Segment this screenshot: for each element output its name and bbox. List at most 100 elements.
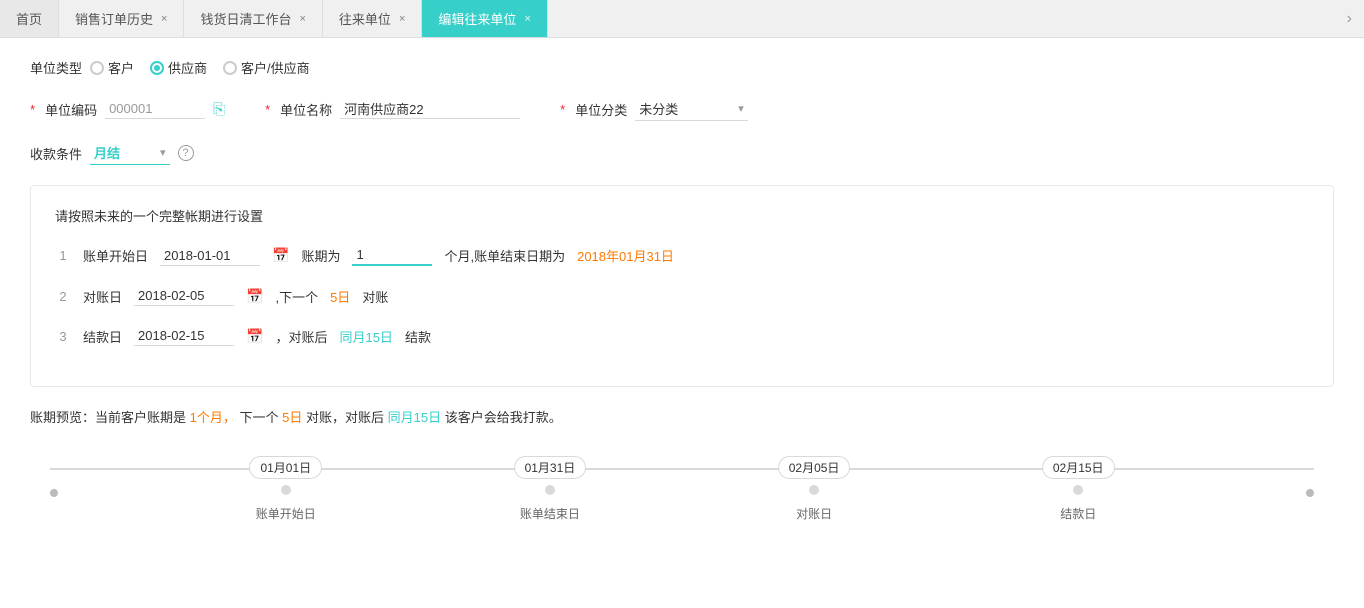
period-label-1: 账单开始日 [83,246,148,265]
preview-middle: 下一个 [240,410,279,425]
tab-cash-work-label: 钱货日清工作台 [200,9,291,28]
timeline-label-1: 账单开始日 [256,505,316,522]
tab-bar: 首页 销售订单历史 × 钱货日清工作台 × 往来单位 × 编辑往来单位 × › [0,0,1364,38]
tab-sales-order-history-close[interactable]: × [161,13,167,25]
unit-type-label: 单位类型 [30,58,82,77]
period-box: 请按照未来的一个完整帐期进行设置 1 账单开始日 📅 账期为 个月,账单结束日期… [30,185,1334,387]
unit-classify-dropdown[interactable]: 未分类 ▾ [635,97,748,121]
timeline-node-3: 02月05日 对账日 [778,456,851,522]
radio-customer[interactable]: 客户 [90,58,134,77]
timeline-start-dot [50,489,58,497]
preview-section: 账期预览：当前客户账期是 1个月， 下一个 5日 对账，对账后 同月15日 该客… [30,407,1334,426]
unit-type-row: 单位类型 客户 供应商 客户/供应商 [30,58,1334,77]
unit-name-group: * 单位名称 [265,99,520,119]
timeline-dot-2 [545,485,555,495]
reconcile-date-calendar-icon[interactable]: 📅 [246,288,263,305]
payment-condition-arrow-icon: ▾ [160,146,166,159]
timeline-label-4: 结款日 [1060,505,1096,522]
period-label-3: 结款日 [83,327,122,346]
timeline: 01月01日 账单开始日 01月31日 账单结束日 02月05日 对账日 02月… [30,446,1334,532]
reconcile-date-input[interactable] [134,286,234,306]
unit-code-star: * [30,102,35,117]
period-end-date: 2018年01月31日 [577,246,674,265]
period-row-2: 2 对账日 📅 ,下一个 5日 对账 [55,286,1309,306]
period-hint: 请按照未来的一个完整帐期进行设置 [55,206,1309,225]
start-date-input[interactable] [160,246,260,266]
preview-suffix: 该客户会给我打款。 [445,410,562,425]
tab-edit-partner-close[interactable]: × [524,13,530,25]
radio-customer-circle [90,61,104,75]
tab-edit-partner-label: 编辑往来单位 [438,9,516,28]
unit-code-input[interactable] [105,99,205,119]
tab-cash-work-close[interactable]: × [299,13,305,25]
timeline-node-4: 02月15日 结款日 [1042,456,1115,522]
unit-type-group: 单位类型 客户 供应商 客户/供应商 [30,58,310,77]
tab-sales-order-history-label: 销售订单历史 [75,9,153,28]
period-row-3: 3 结款日 📅 ，对账后 同月15日 结款 [55,326,1309,346]
radio-supplier[interactable]: 供应商 [150,58,207,77]
reconcile-desc-suffix: 对账 [362,287,388,306]
radio-both[interactable]: 客户/供应商 [223,58,310,77]
unit-classify-arrow-icon: ▾ [738,102,744,115]
timeline-badge-1: 01月01日 [249,456,322,479]
unit-code-group: * 单位编码 ⎘ [30,99,225,119]
unit-classify-value: 未分类 [639,99,678,118]
timeline-dot-1 [281,485,291,495]
radio-supplier-label: 供应商 [168,58,207,77]
period-label-2: 对账日 [83,287,122,306]
payment-condition-row: 收款条件 月结 ▾ ? [30,141,1334,165]
payment-condition-dropdown[interactable]: 月结 ▾ [90,141,170,165]
period-value-input[interactable] [352,245,432,266]
payment-desc-suffix: 结款 [405,327,431,346]
radio-supplier-circle [150,61,164,75]
timeline-nodes: 01月01日 账单开始日 01月31日 账单结束日 02月05日 对账日 02月… [50,456,1314,522]
payment-desc-prefix: ，对账后 [275,327,327,346]
payment-date-calendar-icon[interactable]: 📅 [246,328,263,345]
copy-icon[interactable]: ⎘ [213,101,225,118]
payment-desc-highlight: 同月15日 [339,327,392,346]
unit-name-label: 单位名称 [280,100,332,119]
unit-classify-group: * 单位分类 未分类 ▾ [560,97,748,121]
timeline-node-2: 01月31日 账单结束日 [514,456,587,522]
period-row-1: 1 账单开始日 📅 账期为 个月,账单结束日期为 2018年01月31日 [55,245,1309,266]
radio-both-label: 客户/供应商 [241,58,310,77]
preview-highlight1: 1个月， [190,410,236,425]
tab-home[interactable]: 首页 [0,0,59,37]
unit-name-input[interactable] [340,99,520,119]
unit-info-row: * 单位编码 ⎘ * 单位名称 * 单位分类 未分类 ▾ [30,97,1334,121]
main-content: 单位类型 客户 供应商 客户/供应商 * 单位编码 [0,38,1364,608]
payment-condition-label: 收款条件 [30,144,82,163]
preview-middle2: 对账，对账后 [306,410,384,425]
reconcile-desc-prefix: ,下一个 [275,287,318,306]
payment-condition-value: 月结 [94,143,120,162]
help-icon[interactable]: ? [178,145,194,161]
unit-classify-star: * [560,102,565,117]
timeline-badge-2: 01月31日 [514,456,587,479]
radio-both-circle [223,61,237,75]
period-suffix: 个月,账单结束日期为 [444,246,565,265]
start-date-calendar-icon[interactable]: 📅 [272,247,289,264]
tab-home-label: 首页 [16,9,42,28]
tab-edit-partner[interactable]: 编辑往来单位 × [422,0,547,37]
tab-partner-close[interactable]: × [399,13,405,25]
period-num-2: 2 [55,289,71,304]
timeline-badge-4: 02月15日 [1042,456,1115,479]
reconcile-desc-highlight: 5日 [330,287,350,306]
timeline-badge-3: 02月05日 [778,456,851,479]
timeline-dot-3 [809,485,819,495]
timeline-label-2: 账单结束日 [520,505,580,522]
period-num-3: 3 [55,329,71,344]
timeline-end-dot [1306,489,1314,497]
unit-code-label: 单位编码 [45,100,97,119]
timeline-dot-4 [1073,485,1083,495]
tab-more-button[interactable]: › [1335,0,1364,37]
timeline-label-3: 对账日 [796,505,832,522]
tab-sales-order-history[interactable]: 销售订单历史 × [59,0,184,37]
preview-highlight3: 同月15日 [388,410,441,425]
tab-cash-work[interactable]: 钱货日清工作台 × [184,0,322,37]
tab-partner-label: 往来单位 [339,9,391,28]
tab-partner[interactable]: 往来单位 × [323,0,422,37]
unit-name-star: * [265,102,270,117]
payment-date-input[interactable] [134,326,234,346]
period-num-1: 1 [55,248,71,263]
